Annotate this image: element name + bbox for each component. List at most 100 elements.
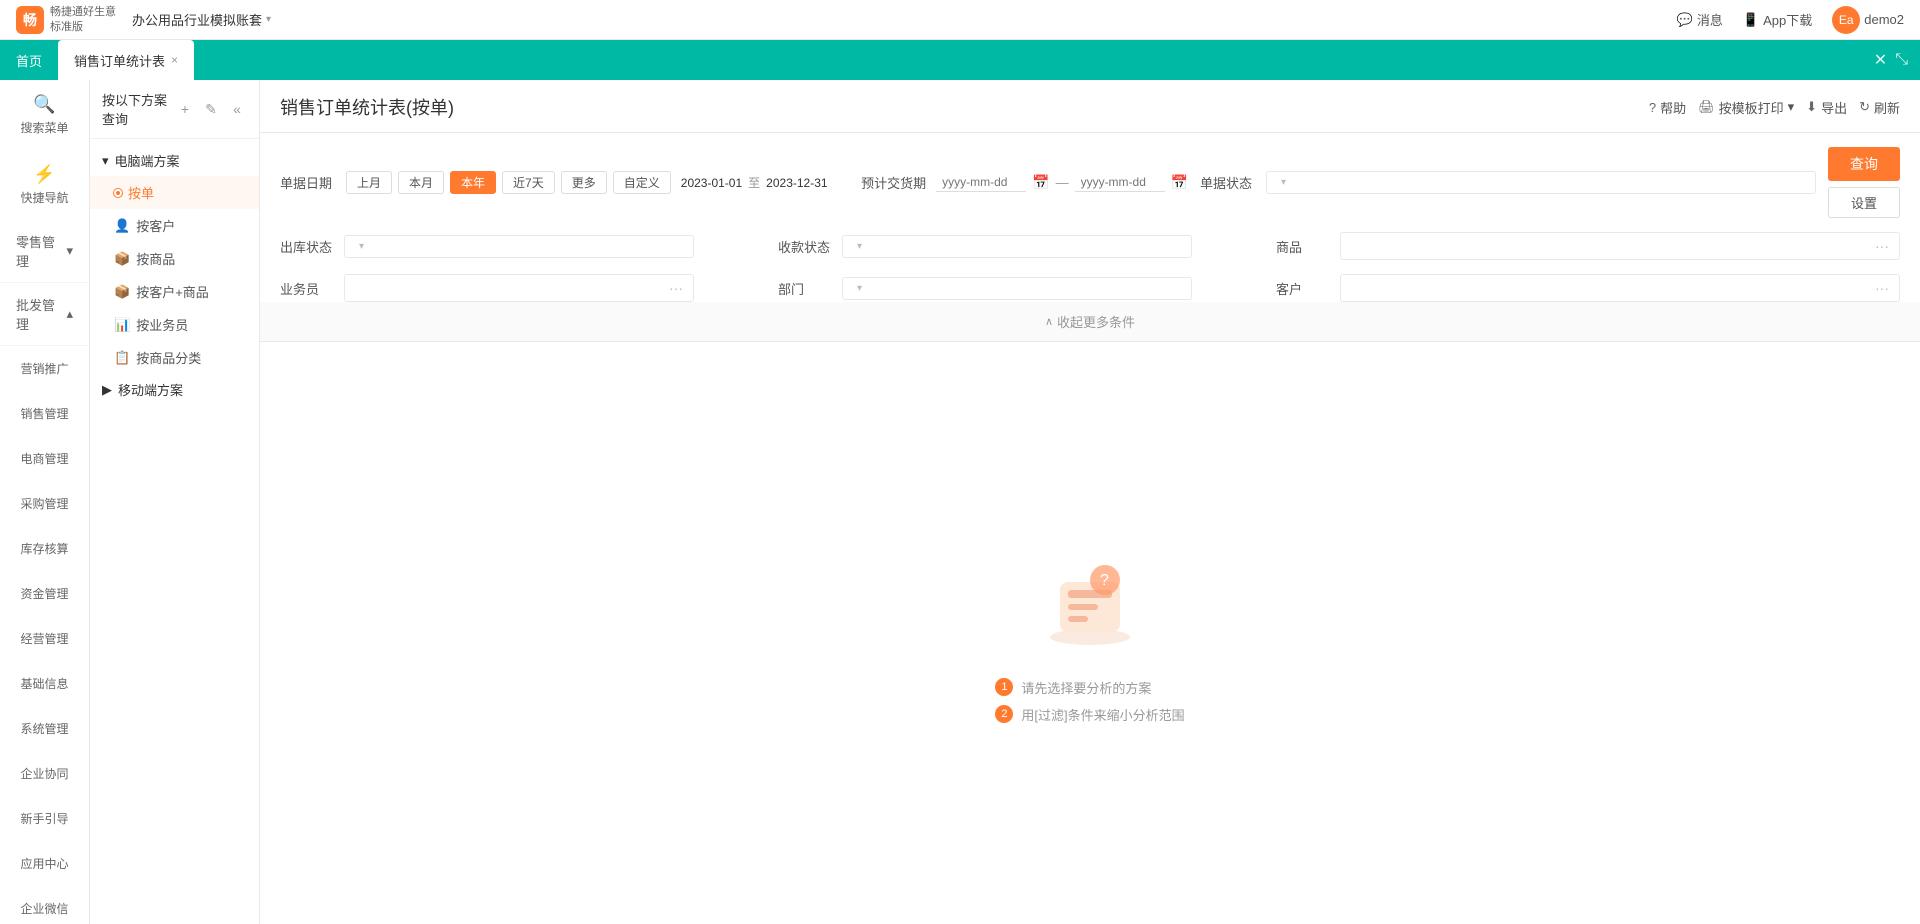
sidebar-item-procurement[interactable]: 采购管理 [0,481,89,526]
tree-item-by-order[interactable]: 按单 [90,176,259,209]
tab-sales-order-stats[interactable]: 销售订单统计表 × [58,40,194,80]
sidebar-item-finance[interactable]: 资金管理 [0,571,89,616]
customer-input[interactable]: ··· [1340,274,1900,302]
empty-state: ? 1 请先选择要分析的方案 2 用[过滤]条件来缩小分析范围 [260,342,1920,924]
sidebar: 🔍 搜索菜单 ⚡ 快捷导航 零售管理 ▾ 批发管理 ▴ 营销推广 销售管理 电商… [0,80,90,924]
tree-item-by-product[interactable]: 📦 按商品 [90,242,259,275]
pc-group-header[interactable]: ▾ 电脑端方案 [90,145,259,176]
tree-item-by-salesperson[interactable]: 📊 按业务员 [90,308,259,341]
salesperson-input[interactable]: ··· [344,274,694,302]
filter-row-1: 单据日期 上月 本月 本年 近7天 更多 自定义 2023-01-01 至 20… [280,147,1900,218]
search-menu-icon: 🔍 [33,94,55,115]
tree-item-by-customer[interactable]: 👤 按客户 [90,209,259,242]
top-bar: 畅 畅捷通好生意 标准版 办公用品行业模拟账套 ▾ 💬 消息 📱 App下载 E… [0,0,1920,40]
product-dots[interactable]: ··· [1875,238,1889,254]
payment-status-label: 收款状态 [778,237,834,256]
this-month-btn[interactable]: 本月 [398,171,444,194]
delivery-status-label: 出库状态 [280,237,336,256]
logo-icon: 畅 [16,6,44,34]
tab-bar-actions: ✕ ⤡ [1874,50,1920,70]
sidebar-item-enterprise[interactable]: 企业协同 [0,751,89,796]
filter-row-3: 业务员 ··· 部门 ▾ 客户 [280,274,1900,302]
sidebar-item-wechat[interactable]: 企业微信 [0,886,89,924]
logo-area: 畅 畅捷通好生意 标准版 [16,5,116,34]
status-section: 单据状态 ▾ [1200,171,1816,194]
query-btn[interactable]: 查询 [1828,147,1900,181]
expand-icon: ▾ [102,153,109,169]
export-btn[interactable]: ⬇ 导出 [1806,98,1847,117]
app-download-btn[interactable]: 📱 App下载 [1743,10,1812,29]
tree-item-by-customer-product[interactable]: 📦 按客户+商品 [90,275,259,308]
tab-home[interactable]: 首页 [0,40,58,80]
sidebar-item-wholesale[interactable]: 批发管理 ▴ [0,283,89,346]
print-icon: 🖨 [1698,99,1715,115]
sidebar-item-sales[interactable]: 销售管理 [0,391,89,436]
salesperson-dots[interactable]: ··· [669,280,683,296]
active-indicator [114,189,122,197]
date-sep: — [1056,175,1069,190]
sidebar-item-basic[interactable]: 基础信息 [0,661,89,706]
print-btn[interactable]: 🖨 按模板打印 ▾ [1698,98,1794,117]
print-arrow-icon: ▾ [1788,99,1795,115]
sidebar-item-operations[interactable]: 经营管理 [0,616,89,661]
collapse-panel-btn[interactable]: « [227,99,247,119]
mobile-group-header[interactable]: ▶ 移动端方案 [90,374,259,405]
page-title: 销售订单统计表(按单) [280,94,454,132]
message-icon: 💬 [1677,12,1693,28]
more-date-btn[interactable]: 更多 [561,171,607,194]
last-month-btn[interactable]: 上月 [346,171,392,194]
settings-btn[interactable]: 设置 [1828,187,1900,218]
empty-tip-2: 2 用[过滤]条件来缩小分析范围 [995,705,1184,724]
by-customer-icon: 👤 [114,218,130,234]
sidebar-item-app-center[interactable]: 应用中心 [0,841,89,886]
by-cat-icon: 📋 [114,350,130,366]
delivery-status-select[interactable]: ▾ [344,235,694,258]
sidebar-item-ecommerce[interactable]: 电商管理 [0,436,89,481]
message-btn[interactable]: 💬 消息 [1677,10,1723,29]
product-input[interactable]: ··· [1340,232,1900,260]
status-select[interactable]: ▾ [1266,171,1816,194]
top-bar-right: 💬 消息 📱 App下载 Ea demo2 [1677,6,1904,34]
expected-from-input[interactable] [936,173,1026,192]
tip-1-num: 1 [995,678,1013,696]
sidebar-item-system[interactable]: 系统管理 [0,706,89,751]
date-section: 单据日期 上月 本月 本年 近7天 更多 自定义 2023-01-01 至 20… [280,171,828,194]
edit-scheme-btn[interactable]: ✎ [201,99,221,119]
custom-date-btn[interactable]: 自定义 [613,171,671,194]
window-close-btn[interactable]: ✕ [1874,50,1887,70]
app-selector[interactable]: 办公用品行业模拟账套 ▾ [124,6,279,33]
sidebar-item-retail[interactable]: 零售管理 ▾ [0,220,89,283]
help-btn[interactable]: ? 帮助 [1649,98,1686,117]
tree-item-by-category[interactable]: 📋 按商品分类 [90,341,259,374]
sidebar-item-marketing[interactable]: 营销推广 [0,346,89,391]
this-year-btn[interactable]: 本年 [450,171,496,194]
window-maximize-btn[interactable]: ⤡ [1895,51,1908,69]
by-cust-prod-icon: 📦 [114,284,130,300]
filter-area: 单据日期 上月 本月 本年 近7天 更多 自定义 2023-01-01 至 20… [260,133,1920,302]
expected-to-input[interactable] [1075,173,1165,192]
cal-icon-2: 📅 [1171,174,1188,191]
cal-icon-1: 📅 [1032,174,1049,191]
date-quick-btns: 上月 本月 本年 近7天 更多 自定义 [346,171,671,194]
sidebar-item-inventory[interactable]: 库存核算 [0,526,89,571]
by-product-icon: 📦 [114,251,130,267]
sidebar-item-newbie[interactable]: 新手引导 [0,796,89,841]
svg-text:?: ? [1100,572,1109,589]
dept-arrow: ▾ [857,283,862,294]
sidebar-item-quick-nav[interactable]: ⚡ 快捷导航 [0,150,89,220]
department-block: 部门 ▾ [778,277,1264,300]
department-select[interactable]: ▾ [842,277,1192,300]
left-panel-title: 按以下方案查询 [102,90,175,128]
payment-status-select[interactable]: ▾ [842,235,1192,258]
collapse-btn[interactable]: ∧ 收起更多条件 [1045,312,1135,331]
refresh-btn[interactable]: ↻ 刷新 [1859,98,1900,117]
last7-btn[interactable]: 近7天 [502,171,555,194]
tab-bar: 首页 销售订单统计表 × ✕ ⤡ [0,40,1920,80]
tab-close-btn[interactable]: × [171,53,178,67]
date-range: 2023-01-01 至 2023-12-31 [681,174,828,191]
wholesale-arrow-icon: ▴ [66,306,73,322]
add-scheme-btn[interactable]: + [175,99,195,119]
customer-dots[interactable]: ··· [1875,280,1889,296]
sidebar-item-search-menu[interactable]: 🔍 搜索菜单 [0,80,89,150]
user-area[interactable]: Ea demo2 [1832,6,1904,34]
